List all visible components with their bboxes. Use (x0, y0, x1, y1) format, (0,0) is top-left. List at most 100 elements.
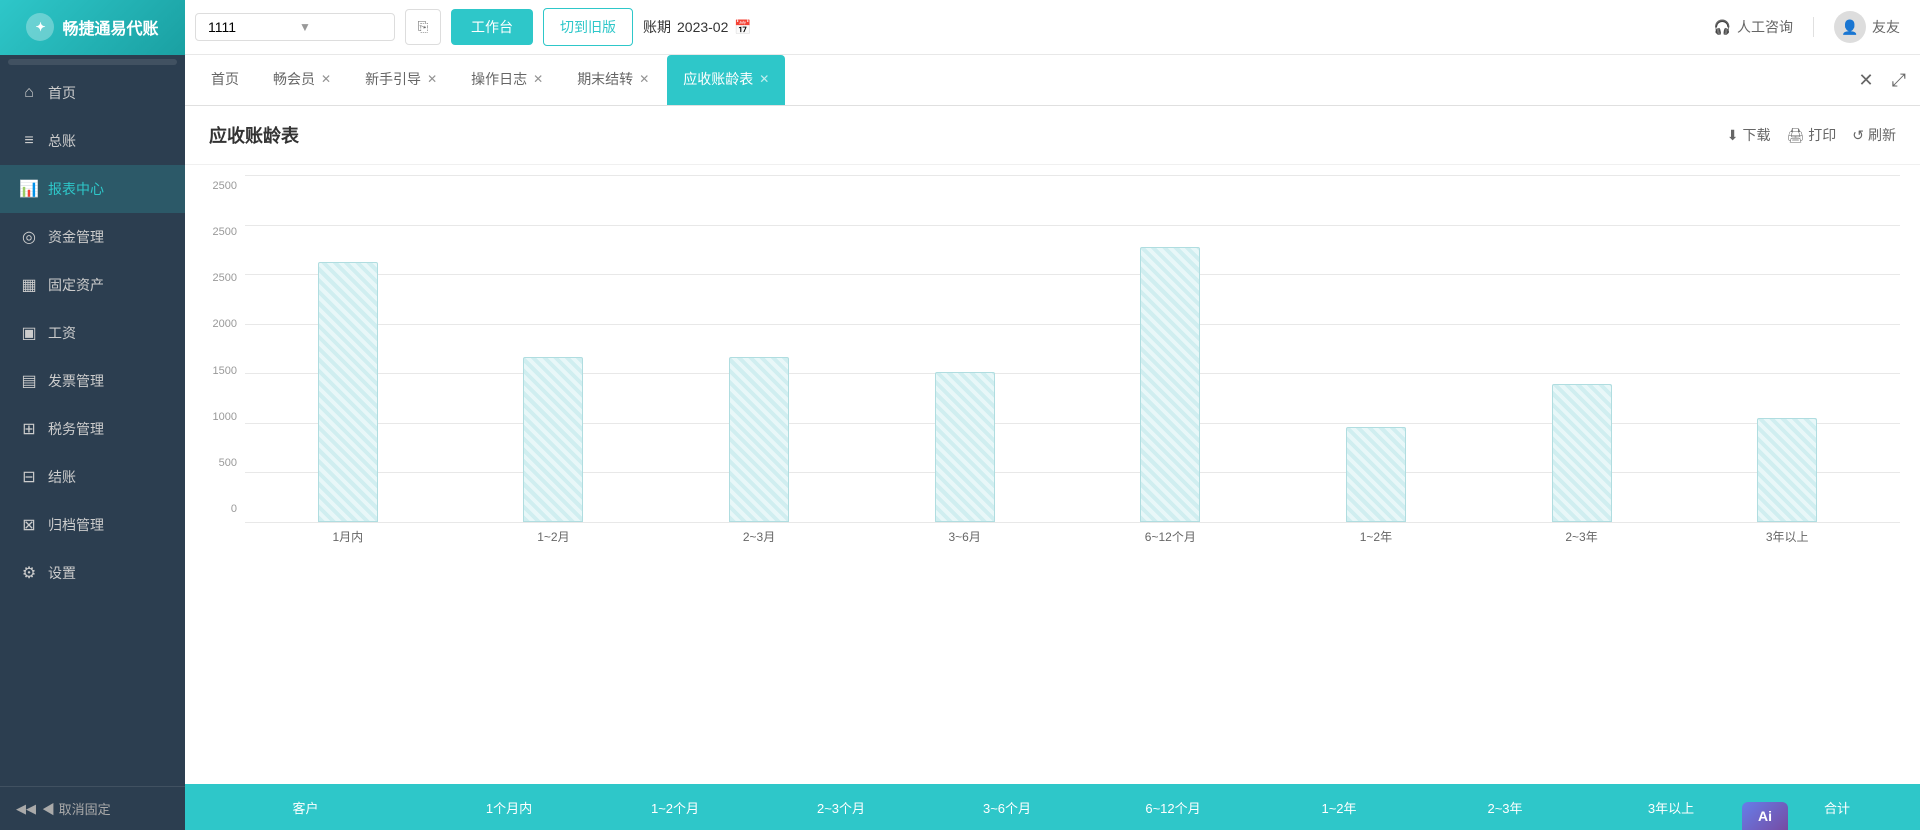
workbench-button[interactable]: 工作台 (451, 9, 533, 45)
bar-group-2 (523, 357, 583, 522)
bar-1m (318, 262, 378, 522)
period-info: 账期 2023-02 📅 (643, 17, 752, 37)
bar-6-12m (1140, 247, 1200, 522)
tab-oplog[interactable]: 操作日志 ✕ (455, 55, 559, 105)
close-oplog-icon[interactable]: ✕ (533, 72, 543, 86)
x-label-1-2y: 1~2年 (1346, 528, 1406, 545)
sidebar-item-settings[interactable]: ⚙ 设置 (0, 549, 185, 597)
sidebar-item-tax[interactable]: ⊞ 税务管理 (0, 405, 185, 453)
th-6-12m: 6~12个月 (1090, 798, 1256, 817)
bar-group-3 (729, 357, 789, 522)
y-label-0: 0 (231, 503, 237, 515)
sidebar-label-funds: 资金管理 (48, 227, 104, 247)
bar-group-1 (318, 262, 378, 522)
th-3-6m: 3~6个月 (924, 798, 1090, 817)
table-header-bar: 客户 1个月内 1~2个月 2~3个月 3~6个月 6~12个月 1~2年 2~… (185, 784, 1920, 830)
tabs-bar: 首页 畅会员 ✕ 新手引导 ✕ 操作日志 ✕ 期末结转 ✕ 应收账龄表 ✕ (185, 55, 1920, 106)
consultant-label: 人工咨询 (1737, 17, 1793, 37)
th-3y-plus: 3年以上 (1588, 798, 1754, 817)
user-button[interactable]: 👤 友友 (1834, 11, 1900, 43)
bar-1-2y (1346, 427, 1406, 522)
avatar: 👤 (1834, 11, 1866, 43)
copy-button[interactable]: ⎘ (405, 9, 441, 45)
ledger-icon: ≡ (20, 132, 38, 150)
tab-guide[interactable]: 新手引导 ✕ (349, 55, 453, 105)
close-ar-aging-icon[interactable]: ✕ (759, 72, 769, 86)
logo: ✦ 畅捷通易代账 (0, 0, 185, 55)
download-icon: ⬇ (1727, 127, 1739, 144)
company-selector[interactable]: 1111 ▼ (195, 13, 395, 41)
tab-actions: ✕ ⤢ (1855, 66, 1911, 95)
x-labels: 1月内 1~2月 2~3月 3~6月 6~12个月 1~2年 2~3年 3年以上 (245, 522, 1900, 545)
download-button[interactable]: ⬇ 下载 (1727, 125, 1771, 145)
pin-icon: ◀◀ (16, 801, 36, 817)
y-label-2500b: 2500 (213, 226, 237, 238)
invoice-icon: ▤ (20, 372, 38, 390)
copy-icon: ⎘ (418, 19, 429, 35)
company-name: 1111 (208, 19, 291, 35)
bar-group-4 (935, 372, 995, 522)
close-member-icon[interactable]: ✕ (321, 72, 331, 86)
expand-tab-button[interactable]: ⤢ (1888, 66, 1910, 95)
download-label: 下载 (1742, 125, 1770, 145)
tab-home[interactable]: 首页 (195, 55, 255, 105)
sidebar-item-funds[interactable]: ◎ 资金管理 (0, 213, 185, 261)
sidebar-label-assets: 固定资产 (48, 275, 104, 295)
assets-icon: ▦ (20, 276, 38, 294)
x-label-1m: 1月内 (318, 528, 378, 545)
logo-icon: ✦ (26, 13, 54, 41)
tab-period-end-label: 期末结转 (577, 69, 633, 89)
sidebar-item-reports[interactable]: 📊 报表中心 (0, 165, 185, 213)
switch-version-button[interactable]: 切到旧版 (543, 8, 633, 46)
tab-ar-aging[interactable]: 应收账龄表 ✕ (667, 55, 785, 105)
y-label-2000: 2000 (213, 318, 237, 330)
sidebar-label-settings: 设置 (48, 563, 76, 583)
sidebar-footer-label: ◀ 取消固定 (42, 799, 111, 818)
th-2-3m: 2~3个月 (758, 798, 924, 817)
refresh-label: 刷新 (1868, 125, 1896, 145)
tab-home-label: 首页 (211, 69, 239, 89)
refresh-button[interactable]: ↺ 刷新 (1852, 125, 1896, 145)
settlement-icon: ⊟ (20, 468, 38, 486)
refresh-icon: ↺ (1852, 127, 1864, 144)
archive-icon: ⊠ (20, 516, 38, 534)
sidebar-footer-pin[interactable]: ◀◀ ◀ 取消固定 (0, 786, 185, 830)
bar-group-8 (1757, 418, 1817, 522)
th-2-3y: 2~3年 (1422, 798, 1588, 817)
sidebar-item-archive[interactable]: ⊠ 归档管理 (0, 501, 185, 549)
print-button[interactable]: 🖨 打印 (1786, 125, 1836, 145)
sidebar-item-home[interactable]: ⌂ 首页 (0, 69, 185, 117)
sidebar-item-invoice[interactable]: ▤ 发票管理 (0, 357, 185, 405)
tax-icon: ⊞ (20, 420, 38, 438)
tab-period-end[interactable]: 期末结转 ✕ (561, 55, 665, 105)
close-period-end-icon[interactable]: ✕ (639, 72, 649, 86)
logo-text: 畅捷通易代账 (62, 15, 158, 39)
bar-chart: 2500 2500 2500 2000 1500 1000 500 0 (205, 175, 1900, 545)
sidebar-item-salary[interactable]: ▣ 工资 (0, 309, 185, 357)
y-label-1500: 1500 (213, 365, 237, 377)
sidebar-item-settlement[interactable]: ⊟ 结账 (0, 453, 185, 501)
chart-grid (245, 175, 1900, 522)
close-tab-button[interactable]: ✕ (1855, 66, 1878, 95)
sidebar: ⌂ 首页 ≡ 总账 📊 报表中心 ◎ 资金管理 ▦ 固定资产 ▣ 工资 ▤ 发票… (0, 55, 185, 830)
sidebar-item-ledger[interactable]: ≡ 总账 (0, 117, 185, 165)
chart-inner: 1月内 1~2月 2~3月 3~6月 6~12个月 1~2年 2~3年 3年以上 (245, 175, 1900, 545)
y-label-2500a: 2500 (213, 180, 237, 192)
th-1-2m: 1~2个月 (592, 798, 758, 817)
bar-1-2m (523, 357, 583, 522)
page-title: 应收账龄表 (209, 122, 299, 148)
sidebar-item-assets[interactable]: ▦ 固定资产 (0, 261, 185, 309)
close-guide-icon[interactable]: ✕ (427, 72, 437, 86)
reports-icon: 📊 (20, 180, 38, 198)
sidebar-label-invoice: 发票管理 (48, 371, 104, 391)
tab-member[interactable]: 畅会员 ✕ (257, 55, 347, 105)
x-label-6-12m: 6~12个月 (1140, 528, 1200, 545)
bar-3-6m (935, 372, 995, 522)
period-value: 2023-02 (677, 19, 728, 35)
consultant-button[interactable]: 🎧 人工咨询 (1714, 17, 1793, 37)
th-customer: 客户 (185, 798, 426, 817)
bar-2-3m (729, 357, 789, 522)
x-label-1-2m: 1~2月 (523, 528, 583, 545)
ai-badge[interactable]: Ai (1742, 802, 1788, 830)
calendar-icon[interactable]: 📅 (734, 19, 751, 36)
